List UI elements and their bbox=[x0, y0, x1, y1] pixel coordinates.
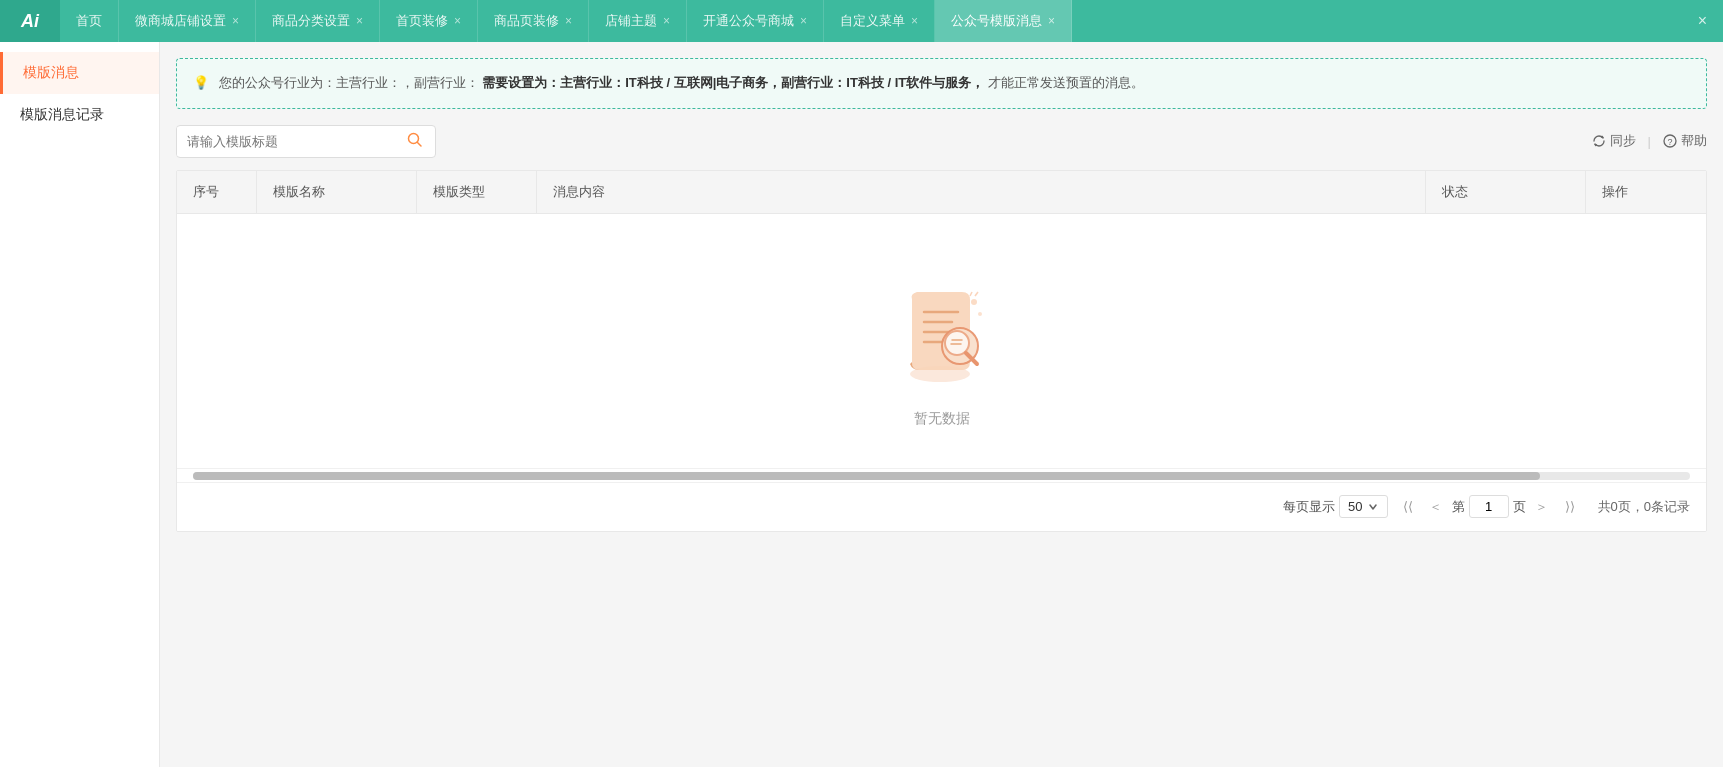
th-seq: 序号 bbox=[177, 171, 257, 213]
page-size-select: 每页显示 50 bbox=[1283, 495, 1387, 518]
tab-close-home-decor[interactable]: × bbox=[454, 14, 461, 28]
svg-point-15 bbox=[978, 312, 982, 316]
tab-shop-settings[interactable]: 微商城店铺设置× bbox=[119, 0, 256, 42]
content-area: 💡 您的公众号行业为：主营行业：，副营行业： 需要设置为：主营行业：IT科技 /… bbox=[160, 42, 1723, 767]
svg-line-1 bbox=[418, 142, 422, 146]
svg-line-17 bbox=[975, 292, 978, 296]
th-type: 模版类型 bbox=[417, 171, 537, 213]
empty-icon bbox=[882, 274, 1002, 394]
page-last-button[interactable]: ⟩⟩ bbox=[1558, 495, 1582, 519]
notice-text-suffix: 才能正常发送预置的消息。 bbox=[988, 75, 1144, 90]
th-content: 消息内容 bbox=[537, 171, 1426, 213]
search-input[interactable] bbox=[177, 127, 397, 156]
page-next-button[interactable]: ＞ bbox=[1530, 495, 1554, 519]
sync-label: 同步 bbox=[1610, 132, 1636, 150]
page-size-label: 每页显示 bbox=[1283, 498, 1335, 516]
tab-open-mall[interactable]: 开通公众号商城× bbox=[687, 0, 824, 42]
sync-button[interactable]: 同步 bbox=[1592, 132, 1636, 150]
page-prev-button[interactable]: ＜ bbox=[1424, 495, 1448, 519]
tab-close-template-msg[interactable]: × bbox=[1048, 14, 1055, 28]
search-input-wrap bbox=[176, 125, 436, 158]
tab-store-theme[interactable]: 店铺主题× bbox=[589, 0, 687, 42]
empty-state: 暂无数据 bbox=[177, 214, 1706, 468]
th-name: 模版名称 bbox=[257, 171, 417, 213]
help-button[interactable]: ? 帮助 bbox=[1663, 132, 1707, 150]
notice-icon: 💡 bbox=[193, 75, 209, 90]
tab-home[interactable]: 首页 bbox=[60, 0, 119, 42]
tab-product-decor[interactable]: 商品页装修× bbox=[478, 0, 589, 42]
notice-highlight-text: 需要设置为：主营行业：IT科技 / 互联网|电子商务，副营行业：IT科技 / I… bbox=[482, 75, 984, 90]
page-suffix: 页 bbox=[1513, 498, 1526, 516]
page-label: 第 bbox=[1452, 498, 1465, 516]
sidebar-item-template-msg[interactable]: 模版消息 bbox=[0, 52, 159, 94]
horizontal-scrollbar[interactable] bbox=[177, 468, 1706, 482]
tab-bar: Ai 首页微商城店铺设置×商品分类设置×首页装修×商品页装修×店铺主题×开通公众… bbox=[0, 0, 1723, 42]
tab-close-shop-settings[interactable]: × bbox=[232, 14, 239, 28]
data-table: 序号 模版名称 模版类型 消息内容 状态 操作 bbox=[176, 170, 1707, 532]
toolbar-divider: | bbox=[1648, 134, 1651, 149]
th-status: 状态 bbox=[1426, 171, 1586, 213]
search-button[interactable] bbox=[397, 126, 433, 157]
toolbar-right: 同步 | ? 帮助 bbox=[1592, 132, 1707, 150]
sidebar-item-template-record[interactable]: 模版消息记录 bbox=[0, 94, 159, 136]
tab-close-product-decor[interactable]: × bbox=[565, 14, 572, 28]
page-total-text: 共0页，0条记录 bbox=[1598, 498, 1690, 516]
page-number-input[interactable] bbox=[1469, 495, 1509, 518]
app-logo: Ai bbox=[0, 0, 60, 42]
help-label: 帮助 bbox=[1681, 132, 1707, 150]
scrollbar-thumb[interactable] bbox=[193, 472, 1540, 480]
th-action: 操作 bbox=[1586, 171, 1706, 213]
search-row: 同步 | ? 帮助 bbox=[176, 125, 1707, 158]
scrollbar-track bbox=[193, 472, 1690, 480]
page-size-value: 50 bbox=[1348, 499, 1362, 514]
close-all-button[interactable]: × bbox=[1682, 12, 1723, 30]
tab-close-store-theme[interactable]: × bbox=[663, 14, 670, 28]
empty-text: 暂无数据 bbox=[914, 410, 970, 428]
svg-line-16 bbox=[970, 292, 972, 296]
tab-close-open-mall[interactable]: × bbox=[800, 14, 807, 28]
sidebar: 模版消息模版消息记录 bbox=[0, 42, 160, 767]
tab-template-msg[interactable]: 公众号模版消息× bbox=[935, 0, 1072, 42]
tab-category-settings[interactable]: 商品分类设置× bbox=[256, 0, 380, 42]
table-header: 序号 模版名称 模版类型 消息内容 状态 操作 bbox=[177, 171, 1706, 214]
pagination-row: 每页显示 50 ⟨⟨ ＜ 第 页 ＞ ⟩⟩ bbox=[177, 482, 1706, 531]
svg-text:?: ? bbox=[1667, 137, 1672, 147]
page-navigation: ⟨⟨ ＜ 第 页 ＞ ⟩⟩ bbox=[1396, 495, 1582, 519]
notice-text-prefix: 您的公众号行业为：主营行业：，副营行业： bbox=[219, 75, 479, 90]
svg-point-14 bbox=[971, 299, 977, 305]
tab-custom-menu[interactable]: 自定义菜单× bbox=[824, 0, 935, 42]
tab-close-category-settings[interactable]: × bbox=[356, 14, 363, 28]
notice-box: 💡 您的公众号行业为：主营行业：，副营行业： 需要设置为：主营行业：IT科技 /… bbox=[176, 58, 1707, 109]
page-first-button[interactable]: ⟨⟨ bbox=[1396, 495, 1420, 519]
page-size-dropdown[interactable]: 50 bbox=[1339, 495, 1387, 518]
tab-close-custom-menu[interactable]: × bbox=[911, 14, 918, 28]
tab-home-decor[interactable]: 首页装修× bbox=[380, 0, 478, 42]
main-layout: 模版消息模版消息记录 💡 您的公众号行业为：主营行业：，副营行业： 需要设置为：… bbox=[0, 42, 1723, 767]
